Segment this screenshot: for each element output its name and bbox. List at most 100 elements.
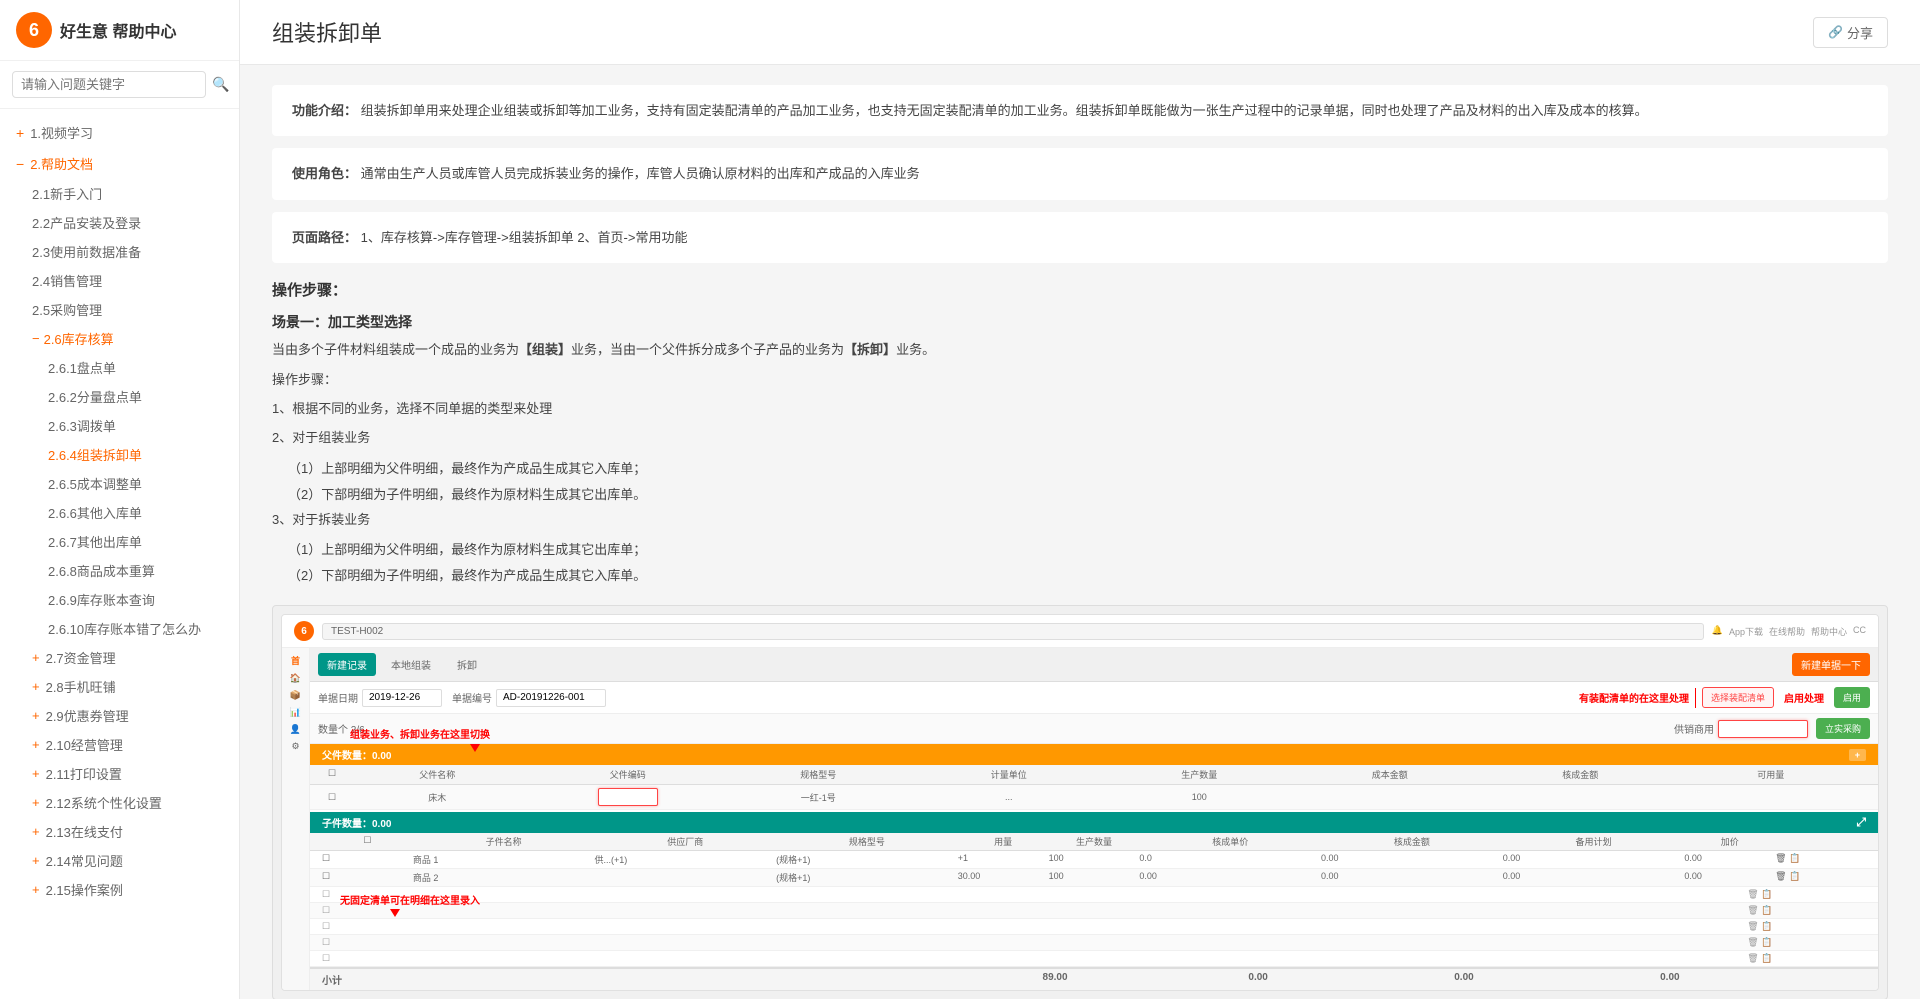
mock-new-btn[interactable]: 新建单据一下 [1792,653,1870,676]
lr3-action: 🗑 📋 [1747,889,1866,900]
col2-ops [1775,835,1866,848]
path-text: 1、库存核算->库存管理->组装拆卸单 2、首页->常用功能 [361,230,688,245]
func-intro-label: 功能介绍： [292,103,357,118]
row1-check[interactable]: ☐ [322,792,342,803]
mock-batch-input[interactable] [1718,720,1808,738]
sidebar-item-other-out[interactable]: 2.6.7其他出库单 [0,527,239,556]
sidebar-item-beginner[interactable]: 2.1新手入门 [0,179,239,208]
sidebar-item-assembly[interactable]: 2.6.4组装拆卸单 [0,440,239,469]
mock-num-input[interactable] [496,689,606,707]
sidebar-item-mobile[interactable]: + 2.8手机旺铺 [0,672,239,701]
bell-icon: 🔔 [1712,625,1723,638]
sidebar-item-other-in[interactable]: 2.6.6其他入库单 [0,498,239,527]
mock-num-field: 单据编号 [452,689,606,707]
sidebar-item-print[interactable]: + 2.11打印设置 [0,759,239,788]
row1-code-input[interactable] [598,788,658,806]
sidebar-item-stocktake[interactable]: 2.6.1盘点单 [0,353,239,382]
sidebar-item-payment[interactable]: + 2.13在线支付 [0,817,239,846]
sidebar-item-purchase[interactable]: 2.5采购管理 [0,295,239,324]
sidebar-sub-label: 2.6.9库存账本查询 [48,590,155,609]
sidebar-sub-label: 2.1新手入门 [32,184,102,203]
sidebar-item-cases[interactable]: + 2.15操作案例 [0,875,239,904]
sidebar-item-cost-adjust[interactable]: 2.6.5成本调整单 [0,469,239,498]
sidebar-item-help-docs[interactable]: − 2.帮助文档 [0,148,239,179]
lower-table-row-4: ☐ 🗑 📋 [310,903,1878,919]
sidebar-sub-label: 2.4销售管理 [32,271,102,290]
col2-usage: 用量 [958,835,1049,848]
scene1-step1: 1、根据不同的业务，选择不同单据的类型来处理 [272,397,1888,420]
lr7-check[interactable]: ☐ [322,953,441,964]
plus-icon: + [32,708,40,723]
col2-plan: 备用计划 [1503,835,1685,848]
sidebar-item-install[interactable]: 2.2产品安装及登录 [0,208,239,237]
sidebar-item-inventory[interactable]: − 2.6库存核算 [0,324,239,353]
arrow-no-bom [390,909,400,917]
mock-tab-disassemble[interactable]: 拆卸 [446,652,488,677]
sidebar-sub-label: 2.6.2分量盘点单 [48,387,142,406]
app-name: 好生意 帮助中心 [60,18,176,42]
lower-table-row-6: ☐ 🗑 📋 [310,935,1878,951]
ops-title: 操作步骤： [272,279,1888,300]
lr1-supplier: 供...(+1) [594,853,776,866]
row1-qty: 100 [1104,792,1295,802]
mock-bom-btn[interactable]: 选择装配清单 [1702,687,1774,708]
mock-child-bar: 子件数量：0.00 ⤢ [310,812,1878,833]
sidebar-item-stock-fix[interactable]: 2.6.10库存账本错了怎么办 [0,614,239,643]
col-qty: 生产数量 [1104,768,1295,781]
sidebar-item-finance[interactable]: + 2.7资金管理 [0,643,239,672]
share-button[interactable]: 🔗 分享 [1813,17,1888,48]
mock-tab-new-record[interactable]: 新建记录 [318,653,376,676]
annotation-bom-text: 有装配清单的在这里处理 [1579,690,1689,705]
lr1-action: 🗑 📋 [1775,853,1866,866]
sidebar-item-label: 1.视频学习 [30,123,93,142]
mock-tab-local-assembly[interactable]: 本地组装 [380,652,442,677]
sidebar-item-qty-stocktake[interactable]: 2.6.2分量盘点单 [0,382,239,411]
sidebar-item-sales[interactable]: 2.4销售管理 [0,266,239,295]
sidebar-item-video-learning[interactable]: + 1.视频学习 [0,117,239,148]
scene1-step3: 3、对于拆装业务 [272,508,1888,531]
lr1-name: 商品 1 [413,853,595,866]
sidebar-item-stock-ledger[interactable]: 2.6.9库存账本查询 [0,585,239,614]
mock-form-area: 单据日期 单据编号 有装配清单的在这里处理 [310,682,1878,714]
sidebar-item-personalize[interactable]: + 2.12系统个性化设置 [0,788,239,817]
mock-add-btn[interactable]: + [1849,749,1866,761]
col-available: 可用量 [1676,768,1867,781]
mock-confirm-btn[interactable]: 立实采购 [1816,718,1870,739]
sidebar-item-ops-mgmt[interactable]: + 2.10经营管理 [0,730,239,759]
sidebar-sub-label: 2.6.1盘点单 [48,358,116,377]
lr2-check[interactable]: ☐ [322,871,413,884]
mock-lower-table-header: ☐ 子件名称 供应厂商 规格型号 用量 生产数量 核成单价 核成金额 备用计划 … [310,833,1878,851]
lr4-empty [441,905,1747,916]
sidebar-item-data-prep[interactable]: 2.3使用前数据准备 [0,237,239,266]
sidebar-item-cost-recalc[interactable]: 2.6.8商品成本重算 [0,556,239,585]
col-check-cost: 核成金额 [1485,768,1676,781]
scene1-step2-2: （2）下部明细为子件明细，最终作为原材料生成其它出库单。 [288,482,1888,508]
lr5-check[interactable]: ☐ [322,921,441,932]
scene1-desc: 当由多个子件材料组装成一个成品的业务为【组装】业务，当由一个父件拆分成多个子产品… [272,338,1888,361]
plus-icon: + [32,795,40,810]
ops-section: 操作步骤： 场景一：加工类型选择 当由多个子件材料组装成一个成品的业务为【组装】… [272,279,1888,589]
sidebar-item-transfer[interactable]: 2.6.3调拨单 [0,411,239,440]
mock-content-area: 首 🏠 📦 📊 👤 ⚙ 新建记录 本地组装 拆卸 [282,648,1878,990]
sidebar-sub-label: 2.6库存核算 [44,329,114,348]
row1-code[interactable] [533,788,724,806]
sidebar-sub-label: 2.13在线支付 [46,822,123,841]
scene1-step2-list: （1）上部明细为父件明细，最终作为产成品生成其它入库单； （2）下部明细为子件明… [288,456,1888,508]
sidebar-sub-label: 2.6.3调拨单 [48,416,116,435]
col-spec: 规格型号 [723,768,914,781]
mock-enable-btn[interactable]: 启用 [1834,687,1870,708]
table-row-1: ☐ 床木 一红-1号 ... 100 [310,785,1878,810]
lr6-check[interactable]: ☐ [322,937,441,948]
lr2-cost: 0.00 [1321,871,1503,884]
sidebar-item-faq[interactable]: + 2.14常见问题 [0,846,239,875]
search-icon[interactable]: 🔍 [212,76,229,93]
sidebar-nav: + 1.视频学习 − 2.帮助文档 2.1新手入门 2.2产品安装及登录 2.3… [0,109,239,999]
search-input[interactable] [12,71,206,98]
sidebar-sub-label: 2.6.10库存账本错了怎么办 [48,619,201,638]
assembly-bar-label: 父件数量：0.00 [322,747,391,762]
total-val3: 0.00 [1454,972,1660,987]
total-spacer2 [631,972,837,987]
mock-date-input[interactable] [362,689,442,707]
lr1-check[interactable]: ☐ [322,853,413,866]
sidebar-item-coupon[interactable]: + 2.9优惠券管理 [0,701,239,730]
